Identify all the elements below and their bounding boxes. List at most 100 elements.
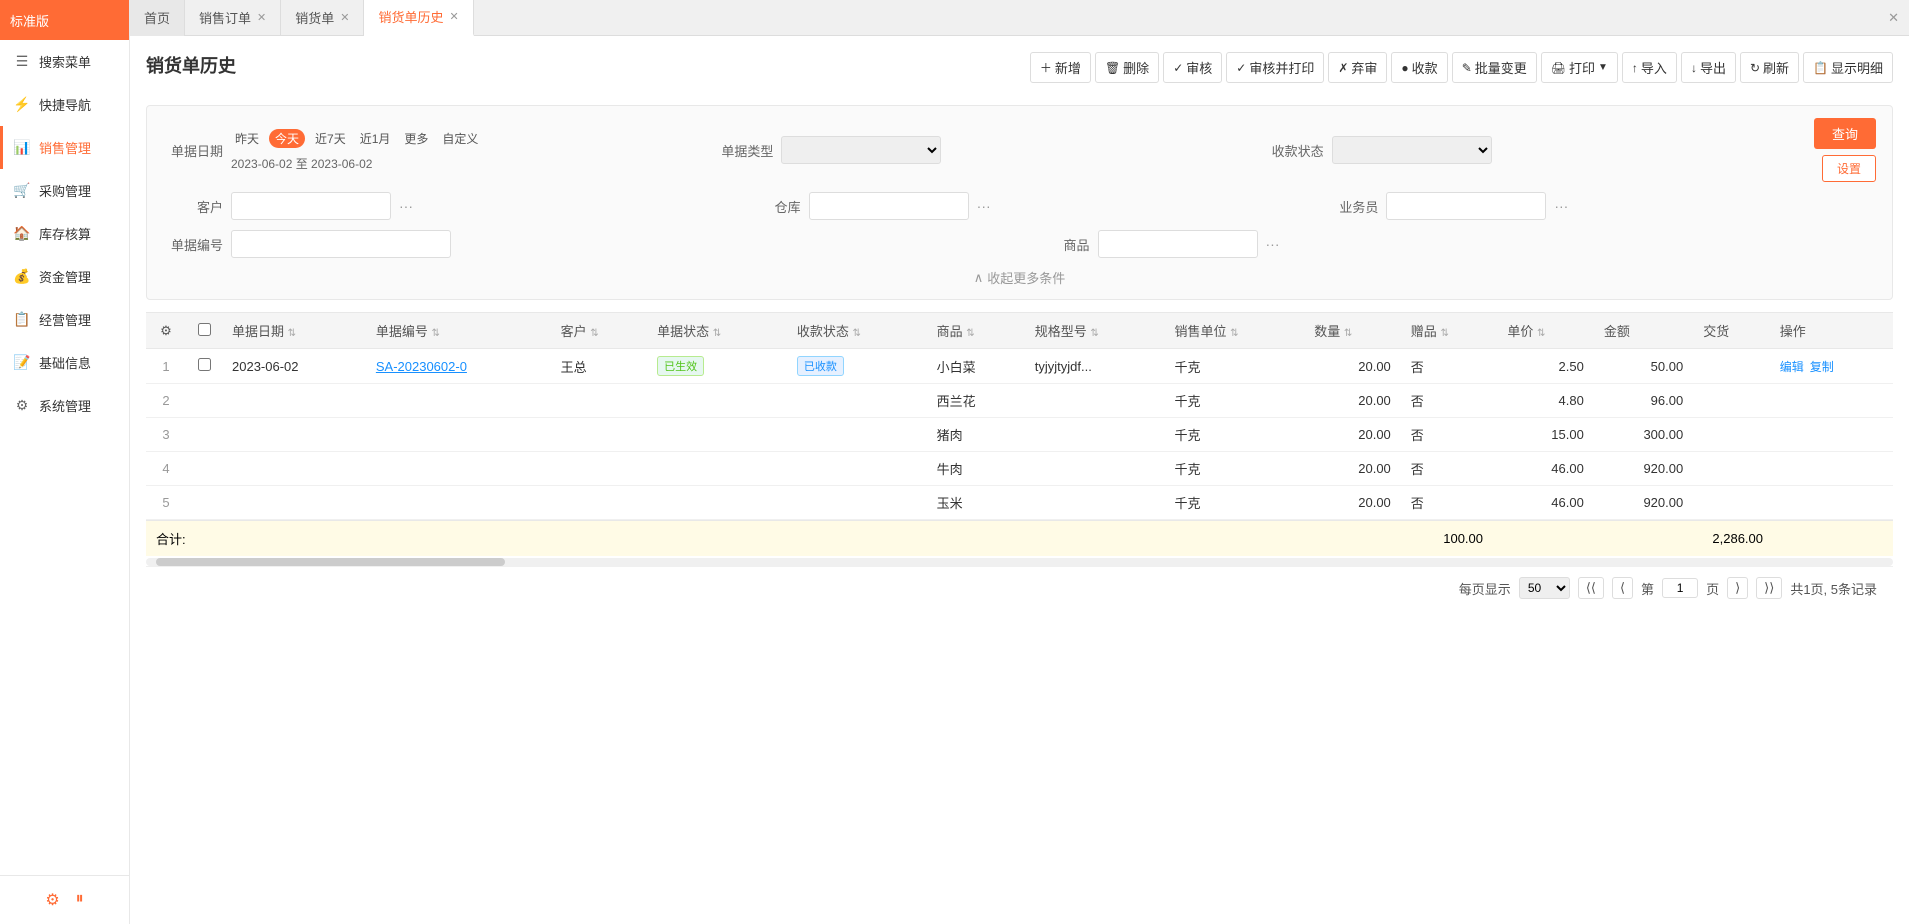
customer-input[interactable] [231,192,391,220]
collapse-button[interactable]: ∧ 收起更多条件 [163,268,1876,287]
row-actions[interactable] [1770,452,1893,486]
page-first-button[interactable]: ⟨⟨ [1578,577,1604,599]
date-7days[interactable]: 近7天 [311,129,350,148]
product-more-icon[interactable]: ··· [1266,236,1280,252]
row-checkbox[interactable] [186,452,222,486]
search-menu-icon: ☰ [13,53,31,71]
import-button[interactable]: ↑ 导入 [1622,52,1677,83]
page-number-input[interactable] [1662,578,1698,598]
sidebar-item-system-mgmt[interactable]: ⚙ 系统管理 [0,384,129,427]
date-today[interactable]: 今天 [269,129,305,148]
row-doc-no[interactable] [366,486,551,520]
col-settings[interactable]: ⚙ [146,313,186,349]
collect-button[interactable]: ● 收款 [1391,52,1447,83]
audit-button[interactable]: ✓ 审核 [1163,52,1222,83]
date-1month[interactable]: 近1月 [356,129,395,148]
tab-close-sales-order[interactable]: ✕ [257,11,266,24]
product-input[interactable] [1098,230,1258,258]
doc-no-link[interactable]: SA-20230602-0 [376,359,467,374]
customer-more-icon[interactable]: ··· [399,198,413,214]
doc-type-select[interactable] [781,136,941,164]
page-next-button[interactable]: ⟩ [1727,577,1748,599]
warehouse-input[interactable] [809,192,969,220]
col-doc-date[interactable]: 单据日期 [222,313,366,349]
col-collect-status[interactable]: 收款状态 [787,313,927,349]
edit-action[interactable]: 编辑 [1780,360,1804,374]
print-button[interactable]: 🖨 打印 ▼ [1541,52,1618,83]
row-sales-unit: 千克 [1165,486,1305,520]
salesman-more-icon[interactable]: ··· [1554,198,1568,214]
batch-change-button[interactable]: ✎ 批量变更 [1452,52,1537,83]
row-checkbox[interactable] [198,358,211,371]
sidebar-item-finance-mgmt[interactable]: 💰 资金管理 [0,255,129,298]
doc-no-input[interactable] [231,230,451,258]
row-checkbox[interactable] [186,486,222,520]
tab-sales-history[interactable]: 销货单历史 ✕ [364,0,473,36]
select-all-checkbox[interactable] [198,323,211,336]
row-actions[interactable] [1770,486,1893,520]
row-gift: 否 [1401,486,1498,520]
date-more[interactable]: 更多 [400,129,432,148]
pagination: 每页显示 50 100 200 ⟨⟨ ⟨ 第 页 ⟩ ⟩⟩ 共1页, 5条记录 [146,566,1893,609]
warehouse-more-icon[interactable]: ··· [977,198,991,214]
date-yesterday[interactable]: 昨天 [231,129,263,148]
sidebar-item-search-menu[interactable]: ☰ 搜索菜单 [0,40,129,83]
export-button[interactable]: ↓ 导出 [1681,52,1736,83]
row-actions[interactable] [1770,384,1893,418]
tab-bar-close-all[interactable]: ✕ [1888,10,1909,26]
salesman-input[interactable] [1386,192,1546,220]
new-button[interactable]: ＋ 新增 [1030,52,1091,83]
tab-close-sales-history[interactable]: ✕ [450,10,459,23]
col-spec[interactable]: 规格型号 [1025,313,1165,349]
sidebar-item-inventory[interactable]: 🏠 库存核算 [0,212,129,255]
refresh-button[interactable]: ↻ 刷新 [1740,52,1799,83]
delete-button[interactable]: 🗑 删除 [1095,52,1159,83]
row-doc-no[interactable] [366,452,551,486]
show-detail-button[interactable]: 📋 显示明细 [1803,52,1893,83]
sidebar-collapse-icon[interactable]: ⏸ [76,890,84,910]
row-num: 3 [146,418,186,452]
col-gift[interactable]: 赠品 [1401,313,1498,349]
col-customer[interactable]: 客户 [551,313,648,349]
row-doc-no[interactable] [366,384,551,418]
col-product[interactable]: 商品 [927,313,1025,349]
row-spec [1025,452,1165,486]
collect-status-select[interactable] [1332,136,1492,164]
sidebar-item-basic-info[interactable]: 📝 基础信息 [0,341,129,384]
tab-sales-delivery[interactable]: 销货单 ✕ [281,0,364,36]
col-doc-no[interactable]: 单据编号 [366,313,551,349]
sidebar-settings-icon[interactable]: ⚙ [45,890,59,910]
col-unit-price[interactable]: 单价 [1497,313,1594,349]
query-button[interactable]: 查询 [1814,118,1876,149]
sidebar-item-purchase-mgmt[interactable]: 🛒 采购管理 [0,169,129,212]
row-checkbox[interactable] [186,349,222,384]
tab-home[interactable]: 首页 [130,0,185,36]
tab-close-sales-delivery[interactable]: ✕ [340,11,349,24]
sidebar-item-quick-nav[interactable]: ⚡ 快捷导航 [0,83,129,126]
abandon-button[interactable]: ✗ 弃审 [1328,52,1387,83]
row-unit-price: 15.00 [1497,418,1594,452]
salesman-label: 业务员 [1318,197,1378,216]
date-custom[interactable]: 自定义 [438,129,482,148]
page-size-select[interactable]: 50 100 200 [1519,577,1570,599]
col-qty[interactable]: 数量 [1304,313,1401,349]
col-sales-unit[interactable]: 销售单位 [1165,313,1305,349]
page-prev-button[interactable]: ⟨ [1612,577,1633,599]
row-actions[interactable]: 编辑复制 [1770,349,1893,384]
page-last-button[interactable]: ⟩⟩ [1756,577,1782,599]
row-actions[interactable] [1770,418,1893,452]
row-doc-no[interactable]: SA-20230602-0 [366,349,551,384]
col-doc-status[interactable]: 单据状态 [647,313,787,349]
row-unit-price: 4.80 [1497,384,1594,418]
copy-action[interactable]: 复制 [1810,360,1834,374]
audit-print-button[interactable]: ✓ 审核并打印 [1226,52,1324,83]
row-checkbox[interactable] [186,384,222,418]
sidebar-item-sales-mgmt[interactable]: 📊 销售管理 [0,126,129,169]
set-button[interactable]: 设置 [1822,155,1876,182]
row-customer [551,384,648,418]
tab-sales-order[interactable]: 销售订单 ✕ [185,0,281,36]
sidebar-item-business-mgmt[interactable]: 📋 经营管理 [0,298,129,341]
row-product: 小白菜 [927,349,1025,384]
row-doc-no[interactable] [366,418,551,452]
row-checkbox[interactable] [186,418,222,452]
